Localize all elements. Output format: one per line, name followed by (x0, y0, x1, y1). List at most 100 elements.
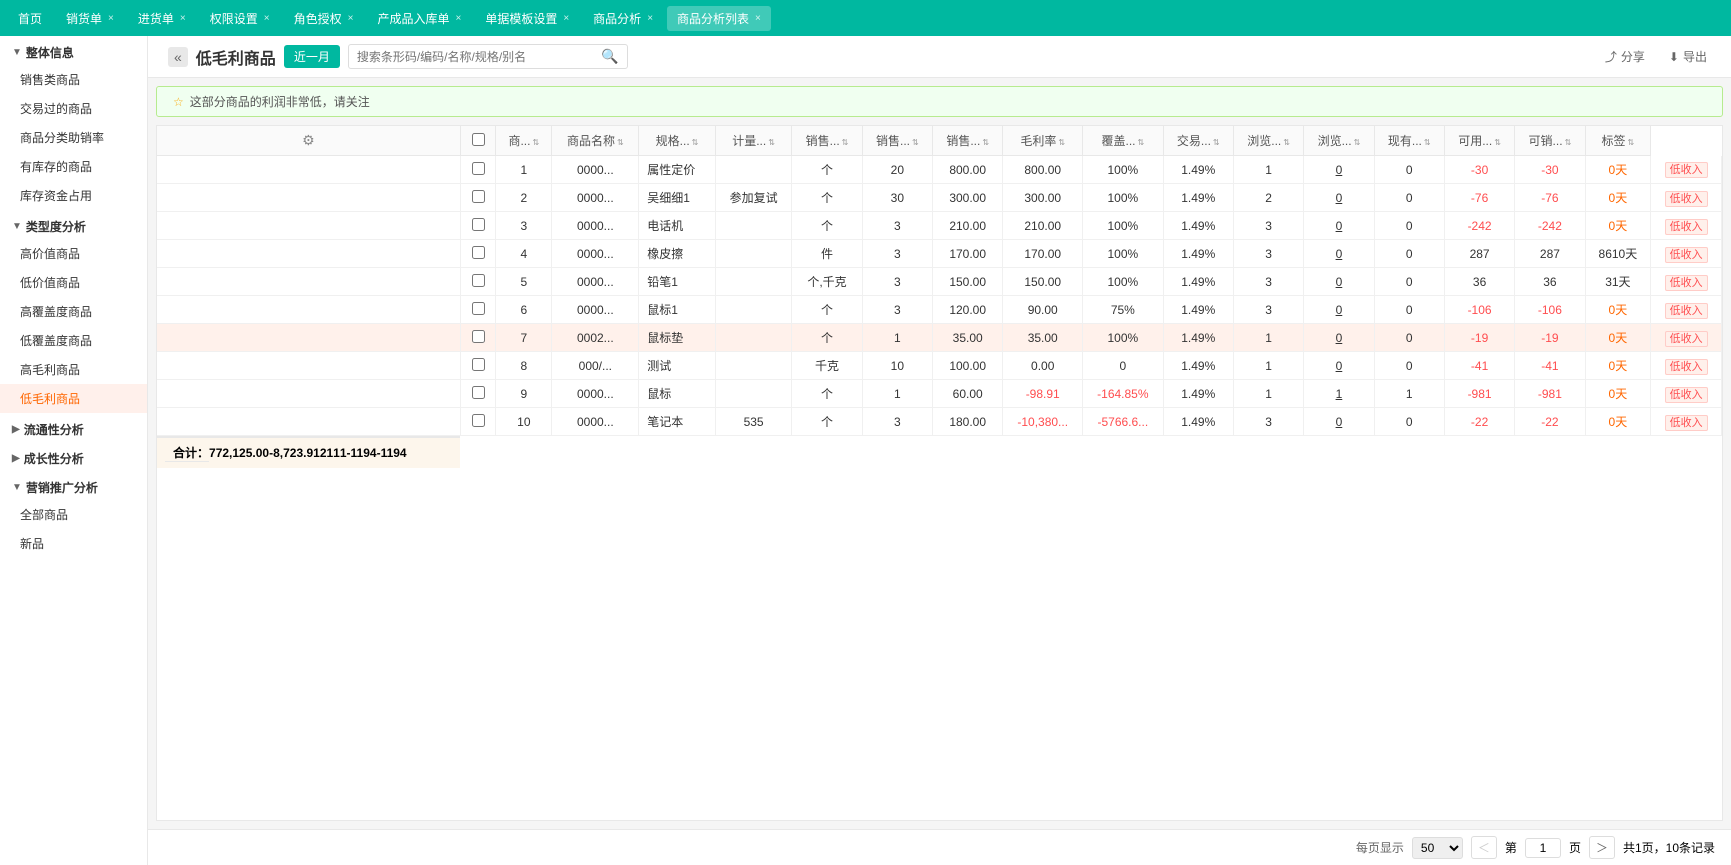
nav-template-close[interactable]: × (563, 13, 569, 24)
row-browse1-7[interactable]: 0 (1304, 352, 1374, 380)
row-name-7[interactable]: 测试 (639, 352, 716, 380)
col-trade[interactable]: 交易...⇅ (1163, 126, 1233, 156)
col-stock-sale[interactable]: 可销...⇅ (1515, 126, 1585, 156)
row-check-8[interactable] (472, 386, 485, 399)
share-button[interactable]: ⤴ 分享 (1597, 45, 1653, 68)
row-checkbox-2[interactable] (460, 212, 495, 240)
next-page-button[interactable]: ＞ (1589, 836, 1615, 859)
search-input[interactable] (357, 50, 602, 64)
row-checkbox-8[interactable] (460, 380, 495, 408)
page-number-input[interactable] (1525, 838, 1561, 858)
sidebar-group-type[interactable]: ▼ 类型度分析 (0, 210, 147, 239)
search-icon[interactable]: 🔍 (601, 48, 618, 65)
nav-analysis-list[interactable]: 商品分析列表 × (667, 6, 771, 31)
nav-template[interactable]: 单据模板设置 × (475, 6, 579, 31)
row-checkbox-5[interactable] (460, 296, 495, 324)
sidebar-group-marketing[interactable]: ▼ 营销推广分析 (0, 471, 147, 500)
row-name-2[interactable]: 电话机 (639, 212, 716, 240)
sidebar-item-traded[interactable]: 交易过的商品 (0, 94, 147, 123)
sidebar-item-high-coverage[interactable]: 高覆盖度商品 (0, 297, 147, 326)
row-name-4[interactable]: 铅笔1 (639, 268, 716, 296)
col-code[interactable]: 商...⇅ (496, 126, 552, 156)
sidebar-item-low-margin[interactable]: 低毛利商品 (0, 384, 147, 413)
nav-roles[interactable]: 角色授权 × (284, 6, 364, 31)
row-checkbox-0[interactable] (460, 156, 495, 184)
row-name-8[interactable]: 鼠标 (639, 380, 716, 408)
row-browse1-1[interactable]: 0 (1304, 184, 1374, 212)
prev-page-button[interactable]: ＜ (1471, 836, 1497, 859)
row-name-1[interactable]: 吴细细1 (639, 184, 716, 212)
sidebar-group-general[interactable]: ▼ 整体信息 (0, 36, 147, 65)
row-browse1-3[interactable]: 0 (1304, 240, 1374, 268)
collapse-sidebar-button[interactable]: « (168, 47, 188, 67)
nav-purchase[interactable]: 进货单 × (128, 6, 196, 31)
col-gross-rate[interactable]: 毛利率⇅ (1003, 126, 1083, 156)
row-browse1-4[interactable]: 0 (1304, 268, 1374, 296)
sidebar-item-high-value[interactable]: 高价值商品 (0, 239, 147, 268)
sidebar-item-low-value[interactable]: 低价值商品 (0, 268, 147, 297)
row-checkbox-4[interactable] (460, 268, 495, 296)
nav-permissions[interactable]: 权限设置 × (200, 6, 280, 31)
col-spec[interactable]: 规格...⇅ (639, 126, 716, 156)
row-browse1-8[interactable]: 1 (1304, 380, 1374, 408)
row-browse1-9[interactable]: 0 (1304, 408, 1374, 436)
col-stock-avail[interactable]: 可用...⇅ (1444, 126, 1514, 156)
col-sale-amount[interactable]: 销售...⇅ (933, 126, 1003, 156)
col-browse2[interactable]: 浏览...⇅ (1304, 126, 1374, 156)
nav-permissions-close[interactable]: × (264, 13, 270, 24)
col-name[interactable]: 商品名称⇅ (552, 126, 639, 156)
row-checkbox-6[interactable] (460, 324, 495, 352)
col-sale-qty[interactable]: 销售...⇅ (792, 126, 862, 156)
sidebar-group-growth[interactable]: ▶ 成长性分析 (0, 442, 147, 471)
row-check-6[interactable] (472, 330, 485, 343)
sidebar-item-sales-goods[interactable]: 销售类商品 (0, 65, 147, 94)
sidebar-group-circulation[interactable]: ▶ 流通性分析 (0, 413, 147, 442)
nav-analysis-list-close[interactable]: × (755, 13, 761, 24)
nav-roles-close[interactable]: × (348, 13, 354, 24)
sidebar-item-new-goods[interactable]: 新品 (0, 529, 147, 558)
sidebar-item-low-coverage[interactable]: 低覆盖度商品 (0, 326, 147, 355)
row-check-0[interactable] (472, 162, 485, 175)
sidebar-item-capital[interactable]: 库存资金占用 (0, 181, 147, 210)
export-button[interactable]: ⬇ 导出 (1661, 45, 1715, 68)
col-browse1[interactable]: 浏览...⇅ (1233, 126, 1303, 156)
col-unit[interactable]: 计量...⇅ (715, 126, 792, 156)
row-check-9[interactable] (472, 414, 485, 427)
nav-product-entry-close[interactable]: × (455, 13, 461, 24)
col-stock-cur[interactable]: 现有...⇅ (1374, 126, 1444, 156)
page-size-select[interactable]: 50 100 200 (1412, 837, 1463, 859)
nav-sales[interactable]: 销货单 × (56, 6, 124, 31)
col-settings[interactable]: ⚙ (157, 126, 460, 156)
select-all-checkbox[interactable] (472, 133, 485, 146)
sidebar-item-with-stock[interactable]: 有库存的商品 (0, 152, 147, 181)
row-check-5[interactable] (472, 302, 485, 315)
nav-analysis[interactable]: 商品分析 × (583, 6, 663, 31)
row-browse1-6[interactable]: 0 (1304, 324, 1374, 352)
nav-product-entry[interactable]: 产成品入库单 × (367, 6, 471, 31)
row-check-4[interactable] (472, 274, 485, 287)
row-name-3[interactable]: 橡皮擦 (639, 240, 716, 268)
nav-home[interactable]: 首页 (8, 6, 52, 31)
row-checkbox-7[interactable] (460, 352, 495, 380)
nav-analysis-close[interactable]: × (647, 13, 653, 24)
row-checkbox-9[interactable] (460, 408, 495, 436)
nav-sales-close[interactable]: × (108, 13, 114, 24)
data-table-wrapper[interactable]: ⚙ 商...⇅ 商品名称⇅ 规格...⇅ 计量...⇅ 销售...⇅ 销售...… (156, 125, 1723, 821)
col-sale-price[interactable]: 销售...⇅ (862, 126, 932, 156)
sidebar-item-category-rate[interactable]: 商品分类助销率 (0, 123, 147, 152)
row-name-9[interactable]: 笔记本 (639, 408, 716, 436)
sidebar-item-all-goods[interactable]: 全部商品 (0, 500, 147, 529)
col-tag[interactable]: 标签⇅ (1585, 126, 1651, 156)
row-checkbox-3[interactable] (460, 240, 495, 268)
row-browse1-5[interactable]: 0 (1304, 296, 1374, 324)
row-checkbox-1[interactable] (460, 184, 495, 212)
row-name-6[interactable]: 鼠标垫 (639, 324, 716, 352)
row-name-0[interactable]: 属性定价 (639, 156, 716, 184)
row-check-1[interactable] (472, 190, 485, 203)
row-name-5[interactable]: 鼠标1 (639, 296, 716, 324)
col-checkbox[interactable] (460, 126, 495, 156)
sidebar-item-high-margin[interactable]: 高毛利商品 (0, 355, 147, 384)
nav-purchase-close[interactable]: × (180, 13, 186, 24)
date-filter-button[interactable]: 近一月 (284, 45, 340, 68)
row-check-2[interactable] (472, 218, 485, 231)
